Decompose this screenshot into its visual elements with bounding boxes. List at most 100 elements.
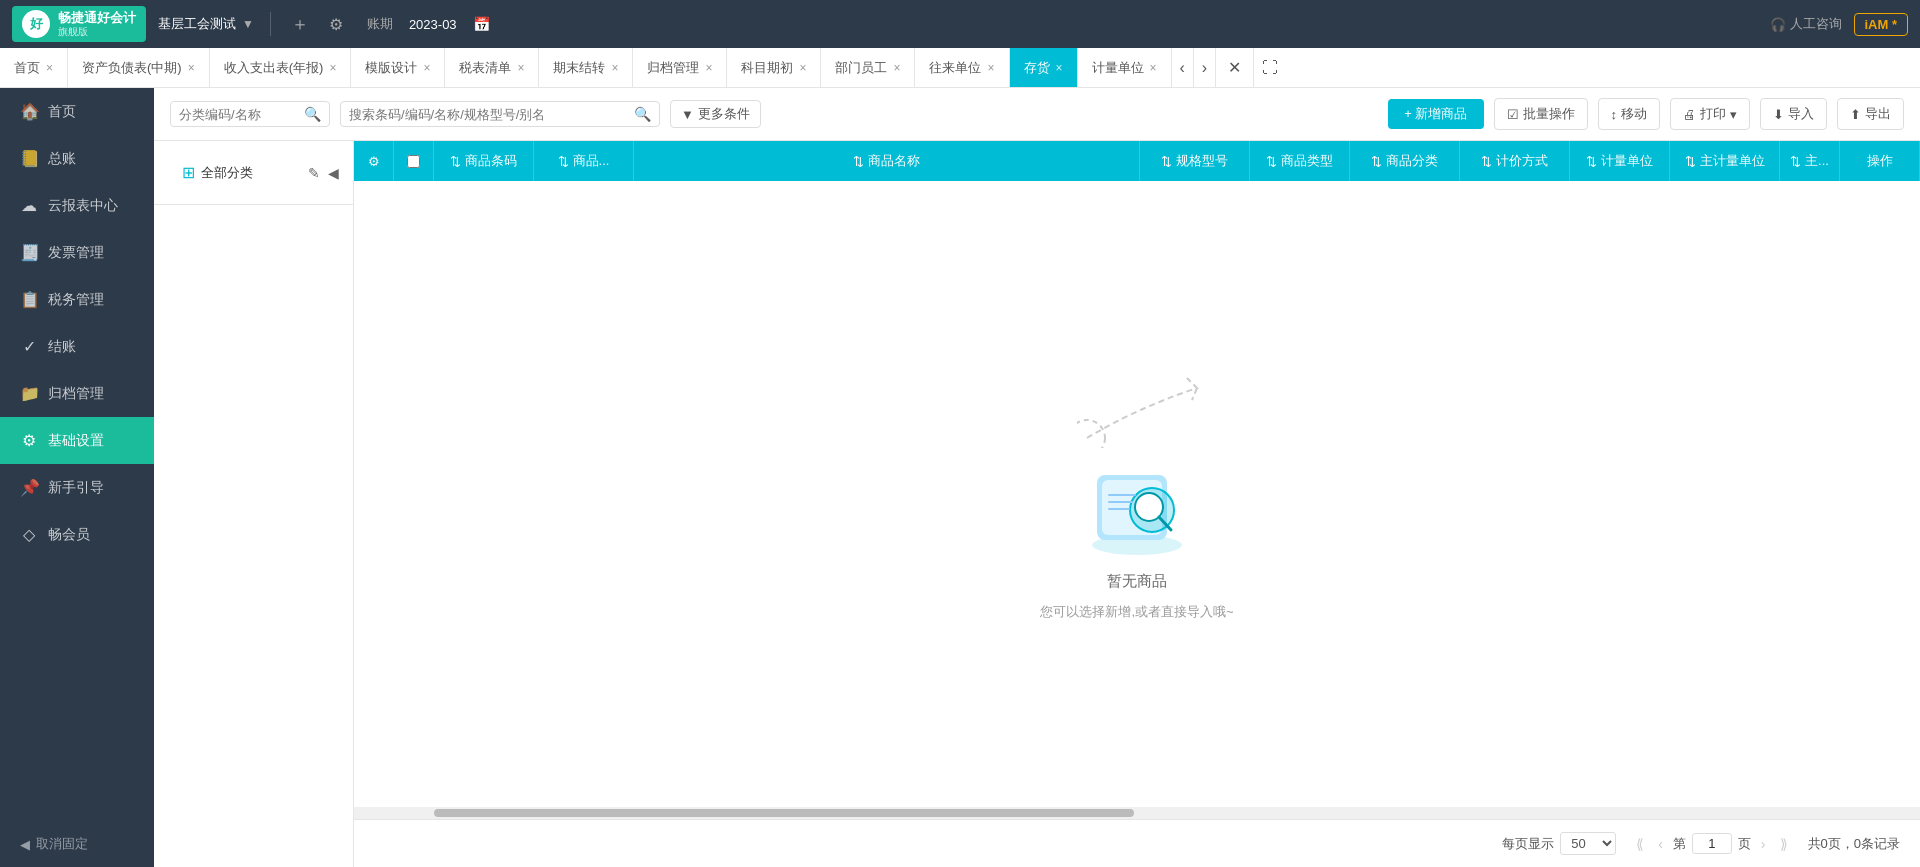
print-button[interactable]: 🖨 打印 ▾ [1670,98,1750,130]
th-extra[interactable]: ⇅ 主... [1780,141,1840,181]
tab-template[interactable]: 模版设计 × [351,48,445,88]
tab-next-button[interactable]: › [1194,48,1216,88]
main-search-icon[interactable]: 🔍 [634,106,651,122]
tab-period-carry[interactable]: 期末结转 × [539,48,633,88]
home-icon: 🏠 [20,102,38,121]
company-selector[interactable]: 基层工会测试 ▼ [158,15,254,33]
th-code[interactable]: ⇅ 商品... [534,141,634,181]
tab-inventory-close[interactable]: × [1056,61,1063,75]
th-product-type[interactable]: ⇅ 商品类型 [1250,141,1350,181]
batch-operation-button[interactable]: ☑ 批量操作 [1494,98,1588,130]
main-layout: 🏠 首页 📒 总账 ☁ 云报表中心 🧾 发票管理 📋 税务管理 ✓ 结账 📁 归… [0,88,1920,867]
tab-dept-staff-close[interactable]: × [893,61,900,75]
th-product-type-label: 商品类型 [1281,152,1333,170]
all-categories-item[interactable]: ⊞ 全部分类 [168,153,267,192]
category-search-input[interactable] [179,107,298,122]
tab-dept-staff[interactable]: 部门员工 × [821,48,915,88]
sidebar-item-archive[interactable]: 📁 归档管理 [0,370,154,417]
settings-icon[interactable]: ⚙ [325,11,347,38]
add-tab-button[interactable]: ＋ [287,8,313,40]
th-checkbox[interactable] [394,141,434,181]
tab-home-close[interactable]: × [46,61,53,75]
th-category-sort-icon: ⇅ [1371,154,1382,169]
logo-area[interactable]: 好 畅捷通好会计 旗舰版 [12,6,146,42]
th-category[interactable]: ⇅ 商品分类 [1350,141,1460,181]
tab-income-close[interactable]: × [329,61,336,75]
tab-subject-init-label: 科目期初 [741,59,793,77]
calendar-icon[interactable]: 📅 [473,16,490,32]
tab-unit-close[interactable]: × [1150,61,1157,75]
tab-period-carry-close[interactable]: × [611,61,618,75]
tab-unit[interactable]: 计量单位 × [1078,48,1172,88]
sidebar-item-tax[interactable]: 📋 税务管理 [0,276,154,323]
iam-button[interactable]: iAM * [1854,13,1909,36]
th-price-method[interactable]: ⇅ 计价方式 [1460,141,1570,181]
tab-template-close[interactable]: × [423,61,430,75]
tab-balance-sheet[interactable]: 资产负债表(中期) × [68,48,210,88]
th-unit-sort-icon: ⇅ [1586,154,1597,169]
th-main-unit[interactable]: ⇅ 主计量单位 [1670,141,1780,181]
main-search-box[interactable]: 🔍 [340,101,660,127]
sidebar-item-ledger[interactable]: 📒 总账 [0,135,154,182]
tab-customers[interactable]: 往来单位 × [915,48,1009,88]
sidebar-item-home[interactable]: 🏠 首页 [0,88,154,135]
help-label: 人工咨询 [1790,15,1842,33]
sidebar-item-member[interactable]: ◇ 畅会员 [0,511,154,558]
select-all-checkbox[interactable] [407,155,420,168]
add-product-button[interactable]: + 新增商品 [1388,99,1483,129]
sidebar-item-basic-settings[interactable]: ⚙ 基础设置 [0,417,154,464]
tab-inventory[interactable]: 存货 × [1010,48,1078,88]
tab-archive[interactable]: 归档管理 × [633,48,727,88]
page-input[interactable] [1692,833,1732,854]
sidebar-item-guide[interactable]: 📌 新手引导 [0,464,154,511]
th-name[interactable]: ⇅ 商品名称 [634,141,1140,181]
tab-customers-close[interactable]: × [987,61,994,75]
left-category-panel: ⊞ 全部分类 ✎ ◀ [154,141,354,867]
total-records-label: 共0页，0条记录 [1808,835,1900,853]
tab-subject-init-close[interactable]: × [799,61,806,75]
tab-bar: 首页 × 资产负债表(中期) × 收入支出表(年报) × 模版设计 × 税表清单… [0,48,1920,88]
sidebar-collapse-button[interactable]: ◀ 取消固定 [0,821,154,867]
print-chevron: ▾ [1730,107,1737,122]
category-search-box[interactable]: 🔍 [170,101,330,127]
th-barcode[interactable]: ⇅ 商品条码 [434,141,534,181]
export-button[interactable]: ⬆ 导出 [1837,98,1904,130]
page-size-select[interactable]: 50 100 200 [1560,832,1616,855]
period-label: 账期 [367,15,393,33]
edit-category-button[interactable]: ✎ [308,165,320,181]
print-icon: 🖨 [1683,107,1696,122]
tab-tax-list[interactable]: 税表清单 × [445,48,539,88]
th-spec-sort-icon: ⇅ [1161,154,1172,169]
tab-expand-button[interactable]: ⛶ [1254,48,1286,88]
horizontal-scrollbar[interactable] [354,807,1920,819]
tab-tax-list-close[interactable]: × [517,61,524,75]
tab-home[interactable]: 首页 × [0,48,68,88]
company-name: 基层工会测试 [158,15,236,33]
first-page-button[interactable]: ⟪ [1632,836,1648,852]
tab-balance-close[interactable]: × [188,61,195,75]
category-search-icon[interactable]: 🔍 [304,106,321,122]
collapse-panel-button[interactable]: ◀ [328,165,339,181]
prev-page-button[interactable]: ‹ [1654,836,1667,852]
help-button[interactable]: 🎧 人工咨询 [1770,15,1842,33]
th-code-sort-icon: ⇅ [558,154,569,169]
move-button[interactable]: ↕ 移动 [1598,98,1661,130]
sidebar-item-report[interactable]: ☁ 云报表中心 [0,182,154,229]
th-settings[interactable]: ⚙ [354,141,394,181]
tab-archive-close[interactable]: × [705,61,712,75]
th-unit[interactable]: ⇅ 计量单位 [1570,141,1670,181]
main-search-input[interactable] [349,107,628,122]
tab-income[interactable]: 收入支出表(年报) × [210,48,352,88]
tab-subject-init[interactable]: 科目期初 × [727,48,821,88]
search-row: 🔍 🔍 ▼ 更多条件 + 新增商品 ☑ 批量操作 ↕ [154,88,1920,141]
next-page-button[interactable]: › [1757,836,1770,852]
import-button[interactable]: ⬇ 导入 [1760,98,1827,130]
sidebar-item-close[interactable]: ✓ 结账 [0,323,154,370]
filter-button[interactable]: ▼ 更多条件 [670,100,761,128]
last-page-button[interactable]: ⟫ [1776,836,1792,852]
sidebar-item-invoice[interactable]: 🧾 发票管理 [0,229,154,276]
th-spec[interactable]: ⇅ 规格型号 [1140,141,1250,181]
scrollbar-thumb[interactable] [434,809,1134,817]
tab-prev-button[interactable]: ‹ [1172,48,1194,88]
tab-close-all-button[interactable]: ✕ [1216,48,1254,88]
